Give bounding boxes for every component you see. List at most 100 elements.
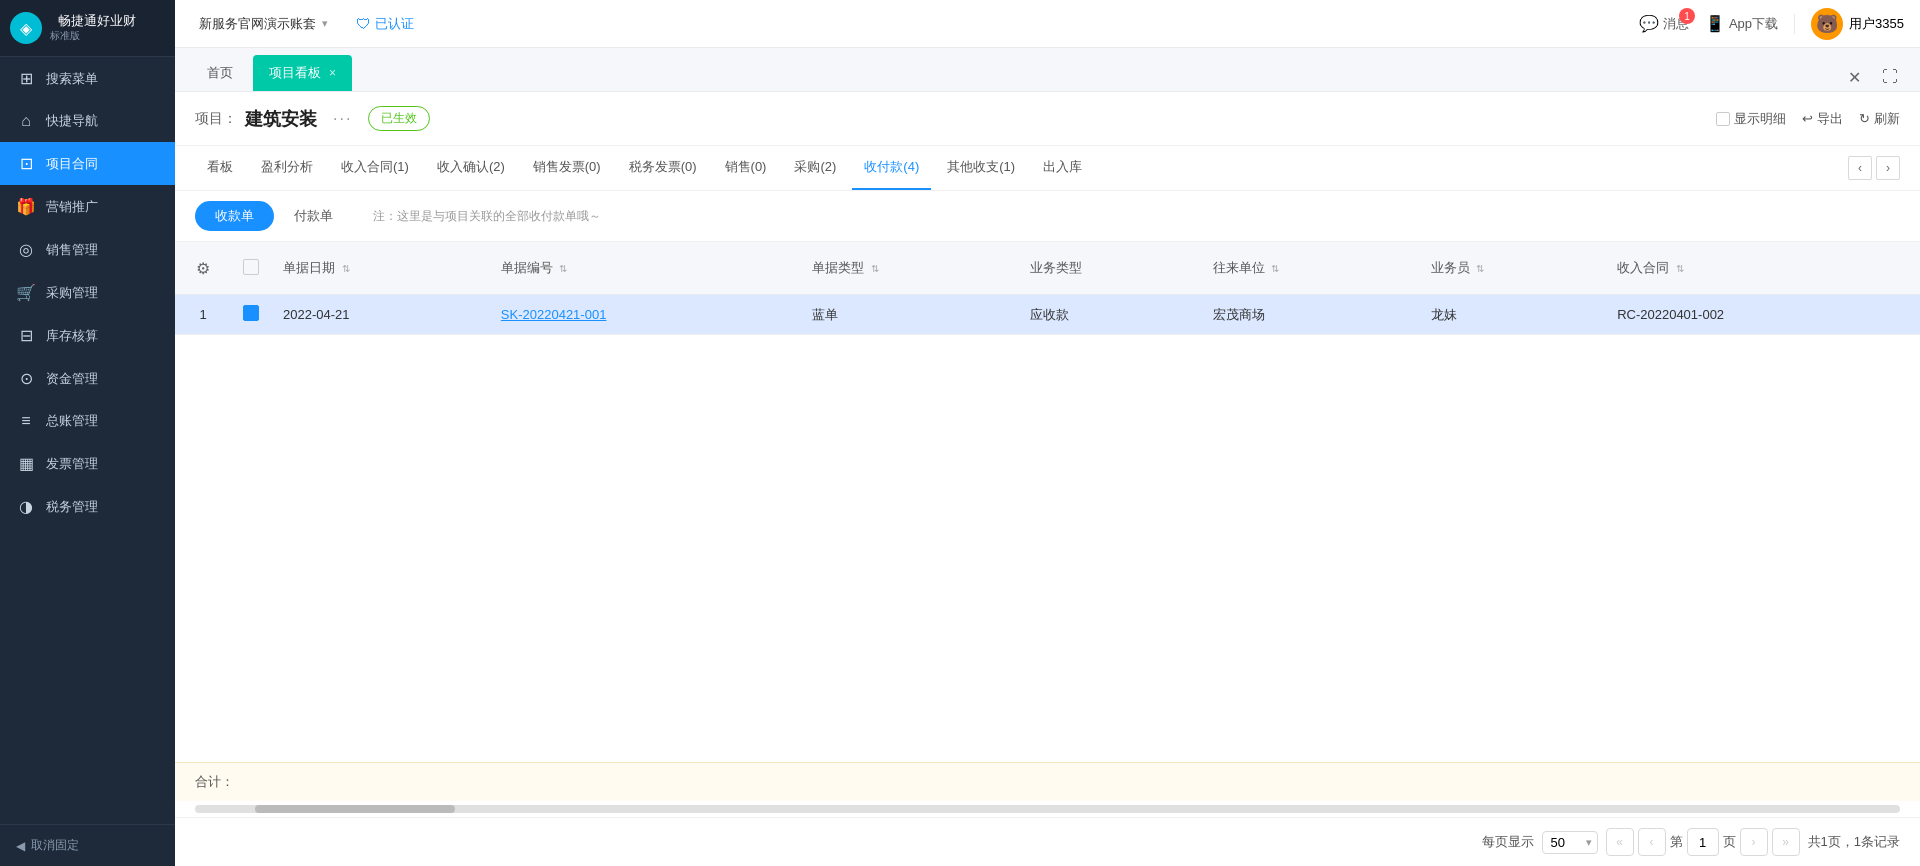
col-code-header[interactable]: 单据编号 ⇅ xyxy=(489,242,800,295)
row-code-link[interactable]: SK-20220421-001 xyxy=(501,307,607,322)
row-biz-type: 应收款 xyxy=(1018,295,1201,335)
sidebar-item-label-invoice: 发票管理 xyxy=(46,455,98,473)
page-nav: « ‹ 第 页 › » xyxy=(1606,828,1800,856)
row-check xyxy=(231,295,271,335)
scrollbar-track xyxy=(195,805,1900,813)
row-date-value: 2022-04-21 xyxy=(283,307,350,322)
purchase-mgmt-icon: 🛒 xyxy=(16,283,36,302)
payment-tabs: 收款单 付款单 注：这里是与项目关联的全部收付款单哦～ xyxy=(175,191,1920,242)
subtab-in-out[interactable]: 出入库 xyxy=(1031,146,1094,190)
col-partner-label: 往来单位 xyxy=(1213,260,1265,275)
subtab-tax-invoice-label: 税务发票(0) xyxy=(629,159,697,174)
app-download-action[interactable]: 📱 App下载 xyxy=(1705,14,1778,33)
sidebar-item-quick-nav[interactable]: ⌂ 快捷导航 xyxy=(0,100,175,142)
export-action[interactable]: ↩ 导出 xyxy=(1802,110,1843,128)
last-page-button[interactable]: » xyxy=(1772,828,1800,856)
sidebar-item-label-marketing: 营销推广 xyxy=(46,198,98,216)
export-icon: ↩ xyxy=(1802,111,1813,126)
col-income-contract-label: 收入合同 xyxy=(1617,260,1669,275)
show-detail-checkbox[interactable] xyxy=(1716,112,1730,126)
sidebar-item-sales-mgmt[interactable]: ◎ 销售管理 xyxy=(0,228,175,271)
tab-close-icon[interactable]: × xyxy=(329,66,336,80)
col-code-label: 单据编号 xyxy=(501,260,553,275)
subtab-income-contract-label: 收入合同(1) xyxy=(341,159,409,174)
sidebar-item-purchase-mgmt[interactable]: 🛒 采购管理 xyxy=(0,271,175,314)
payment-tab-receipt[interactable]: 收款单 xyxy=(195,201,274,231)
row-salesman: 龙妹 xyxy=(1419,295,1606,335)
sidebar-item-tax[interactable]: ◑ 税务管理 xyxy=(0,485,175,528)
col-income-contract-header[interactable]: 收入合同 ⇅ xyxy=(1605,242,1920,295)
search-menu-icon: ⊞ xyxy=(16,69,36,88)
sidebar-item-inventory[interactable]: ⊟ 库存核算 xyxy=(0,314,175,357)
pin-icon: ◀ xyxy=(16,839,25,853)
sidebar-item-label-inventory: 库存核算 xyxy=(46,327,98,345)
subtab-receipt-payment[interactable]: 收付款(4) xyxy=(852,146,931,190)
first-page-button[interactable]: « xyxy=(1606,828,1634,856)
subtab-income-contract[interactable]: 收入合同(1) xyxy=(329,146,421,190)
subtab-profit-label: 盈利分析 xyxy=(261,159,313,174)
subtab-tax-invoice[interactable]: 税务发票(0) xyxy=(617,146,709,190)
subtab-sales-invoice[interactable]: 销售发票(0) xyxy=(521,146,613,190)
next-page-button[interactable]: › xyxy=(1740,828,1768,856)
subtab-income-confirm-label: 收入确认(2) xyxy=(437,159,505,174)
subtab-other-income[interactable]: 其他收支(1) xyxy=(935,146,1027,190)
sidebar-item-project-contract[interactable]: ⊡ 项目合同 xyxy=(0,142,175,185)
data-table: ⚙ 单据日期 ⇅ 单据编号 ⇅ xyxy=(175,242,1920,335)
content-area: 项目： 建筑安装 ··· 已生效 显示明细 ↩ 导出 ↻ 刷新 xyxy=(175,92,1920,866)
row-checkbox[interactable] xyxy=(243,305,259,321)
capital-icon: ⊙ xyxy=(16,369,36,388)
subtab-income-confirm[interactable]: 收入确认(2) xyxy=(425,146,517,190)
tax-icon: ◑ xyxy=(16,497,36,516)
tab-project-board[interactable]: 项目看板 × xyxy=(253,55,352,91)
col-biz-type-label: 业务类型 xyxy=(1030,260,1082,275)
prev-page-button[interactable]: ‹ xyxy=(1638,828,1666,856)
table-settings-icon[interactable]: ⚙ xyxy=(187,252,219,284)
sidebar-item-marketing[interactable]: 🎁 营销推广 xyxy=(0,185,175,228)
message-badge: 1 xyxy=(1679,8,1695,24)
account-selector[interactable]: 新服务官网演示账套 ▾ xyxy=(191,11,336,37)
topbar-divider xyxy=(1794,14,1795,34)
per-page-select[interactable]: 50 100 200 xyxy=(1542,831,1598,854)
col-partner-header[interactable]: 往来单位 ⇅ xyxy=(1201,242,1419,295)
sidebar-item-invoice[interactable]: ▦ 发票管理 xyxy=(0,442,175,485)
row-date: 2022-04-21 xyxy=(271,295,489,335)
select-all-checkbox[interactable] xyxy=(243,259,259,275)
subtab-nav: ‹ › xyxy=(1848,156,1900,180)
col-salesman-header[interactable]: 业务员 ⇅ xyxy=(1419,242,1606,295)
per-page-select-wrapper[interactable]: 50 100 200 xyxy=(1542,831,1598,854)
sidebar-item-capital[interactable]: ⊙ 资金管理 xyxy=(0,357,175,400)
message-action[interactable]: 💬 消息 1 xyxy=(1639,14,1689,33)
col-salesman-label: 业务员 xyxy=(1431,260,1470,275)
subtab-sales[interactable]: 销售(0) xyxy=(713,146,779,190)
tab-close-button[interactable]: ✕ xyxy=(1840,63,1868,91)
app-download-label: App下载 xyxy=(1729,15,1778,33)
total-pages-info: 共1页，1条记录 xyxy=(1808,833,1900,851)
refresh-action[interactable]: ↻ 刷新 xyxy=(1859,110,1900,128)
col-date-header[interactable]: 单据日期 ⇅ xyxy=(271,242,489,295)
subtab-next-button[interactable]: › xyxy=(1876,156,1900,180)
sidebar-item-search[interactable]: ⊞ 搜索菜单 xyxy=(0,57,175,100)
row-code: SK-20220421-001 xyxy=(489,295,800,335)
sidebar-item-label-tax: 税务管理 xyxy=(46,498,98,516)
col-type-header[interactable]: 单据类型 ⇅ xyxy=(800,242,1018,295)
page-number-input[interactable] xyxy=(1687,828,1719,856)
payment-tab-payment[interactable]: 付款单 xyxy=(274,201,353,231)
payment-tab-receipt-label: 收款单 xyxy=(215,208,254,223)
sidebar-cancel-fixed[interactable]: ◀ 取消固定 xyxy=(0,824,175,866)
row-num-value: 1 xyxy=(199,307,206,322)
sidebar-item-ledger[interactable]: ≡ 总账管理 xyxy=(0,400,175,442)
project-name: 建筑安装 xyxy=(245,107,317,131)
user-info[interactable]: 🐻 用户3355 xyxy=(1811,8,1904,40)
subtab-purchase[interactable]: 采购(2) xyxy=(782,146,848,190)
show-detail-action[interactable]: 显示明细 xyxy=(1716,110,1786,128)
sidebar-item-label-purchase-mgmt: 采购管理 xyxy=(46,284,98,302)
tab-home[interactable]: 首页 xyxy=(191,55,249,91)
horizontal-scrollbar[interactable] xyxy=(175,801,1920,817)
scrollbar-thumb[interactable] xyxy=(255,805,455,813)
subtab-kanban[interactable]: 看板 xyxy=(195,146,245,190)
project-more-button[interactable]: ··· xyxy=(333,110,352,128)
row-income-contract-value: RC-20220401-002 xyxy=(1617,307,1724,322)
tab-maximize-button[interactable]: ⛶ xyxy=(1876,63,1904,91)
subtab-prev-button[interactable]: ‹ xyxy=(1848,156,1872,180)
subtab-profit[interactable]: 盈利分析 xyxy=(249,146,325,190)
